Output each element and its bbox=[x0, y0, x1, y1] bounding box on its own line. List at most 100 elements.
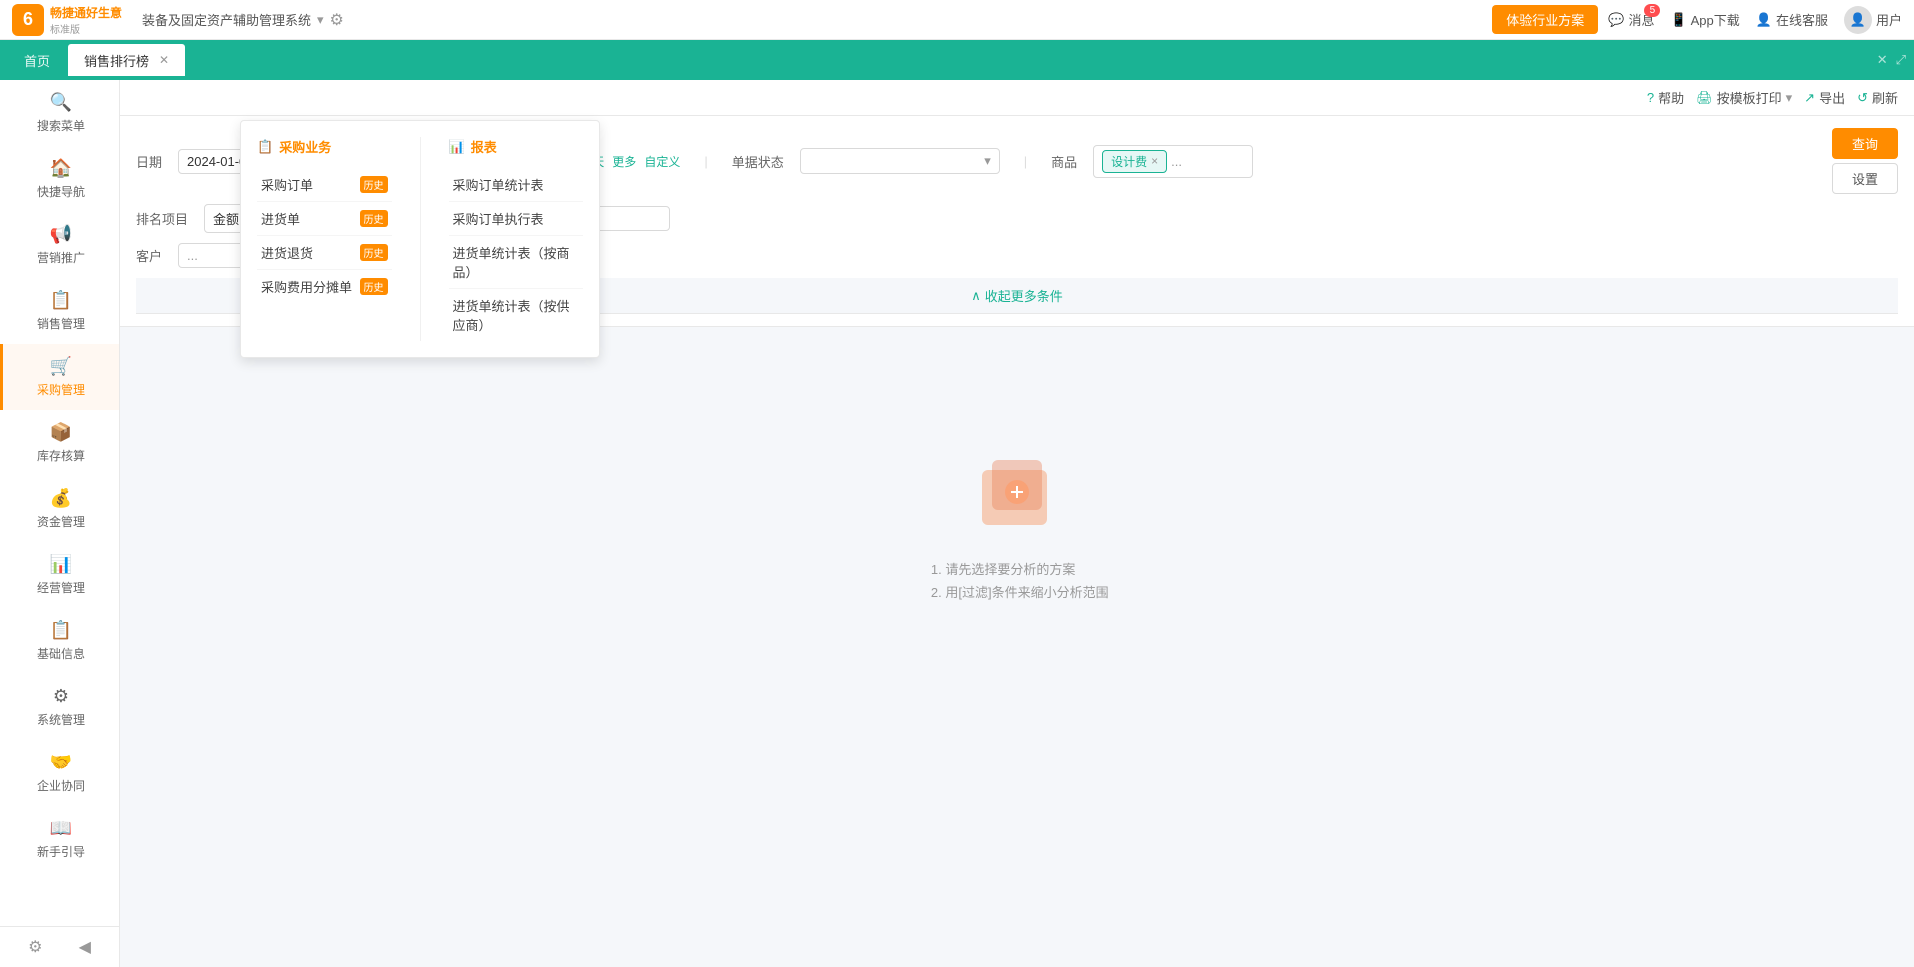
sidebar-item-inventory[interactable]: 📦 库存核算 bbox=[0, 410, 119, 476]
hint2: 用[过滤]条件来缩小分析范围 bbox=[945, 582, 1108, 601]
dropdown-item-incoming[interactable]: 进货单 历史 bbox=[257, 202, 392, 236]
print-icon: 🖨 bbox=[1696, 90, 1713, 106]
sidebar-item-basic-info-label: 基础信息 bbox=[37, 645, 85, 662]
purchase-dropdown: 📋 采购业务 采购订单 历史 进货单 历史 进货退货 历史 采购费用分摊单 bbox=[240, 120, 600, 358]
export-button[interactable]: ↗ 导出 bbox=[1804, 88, 1845, 107]
app-download-button[interactable]: 📱 App下载 bbox=[1670, 10, 1739, 29]
online-service-button[interactable]: 👤 在线客服 bbox=[1756, 10, 1828, 29]
goods-more-icon[interactable]: ... bbox=[1171, 154, 1182, 169]
app-download-label: App下载 bbox=[1691, 10, 1740, 29]
tab-sales-rank-label: 销售排行榜 bbox=[84, 51, 149, 70]
tab-sales-rank[interactable]: 销售排行榜 ✕ bbox=[68, 44, 185, 76]
tab-expand-icon[interactable]: ⤢ bbox=[1896, 52, 1906, 68]
top-bar-right: 💬 消息 5 📱 App下载 👤 在线客服 👤 用户 bbox=[1608, 6, 1902, 34]
return-label: 进货退货 bbox=[261, 243, 313, 262]
expense-label: 采购费用分摊单 bbox=[261, 277, 352, 296]
tab-home[interactable]: 首页 bbox=[8, 44, 66, 76]
sidebar-item-quick-nav[interactable]: 🏠 快捷导航 bbox=[0, 146, 119, 212]
rank-label: 排名项目 bbox=[136, 209, 188, 228]
report-col: 📊 报表 采购订单统计表 采购订单执行表 进货单统计表（按商品） 进货单统计表（… bbox=[449, 137, 584, 341]
sidebar-item-guide-label: 新手引导 bbox=[37, 843, 85, 860]
message-button[interactable]: 💬 消息 5 bbox=[1608, 10, 1654, 29]
goods-tag-remove[interactable]: × bbox=[1151, 154, 1158, 168]
sidebar-item-capital[interactable]: 💰 资金管理 bbox=[0, 476, 119, 542]
rank-value: 金额 bbox=[213, 209, 239, 228]
incoming-stat-goods-label: 进货单统计表（按商品） bbox=[453, 243, 580, 281]
purchase-business-col: 📋 采购业务 采购订单 历史 进货单 历史 进货退货 历史 采购费用分摊单 bbox=[257, 137, 392, 341]
sidebar-item-enterprise[interactable]: 🤝 企业协同 bbox=[0, 740, 119, 806]
sidebar-item-guide[interactable]: 📖 新手引导 bbox=[0, 806, 119, 872]
report-col-title-text: 报表 bbox=[471, 137, 497, 156]
tab-home-label: 首页 bbox=[24, 51, 50, 70]
guide-icon: 📖 bbox=[50, 818, 72, 839]
status-select[interactable]: ▾ bbox=[800, 148, 1000, 174]
goods-tag-label: 设计费 bbox=[1111, 153, 1147, 170]
query-button[interactable]: 查询 bbox=[1832, 128, 1898, 159]
sidebar-collapse-icon[interactable]: ◀ bbox=[79, 937, 91, 957]
sidebar: 🔍 搜索菜单 🏠 快捷导航 📢 营销推广 📋 销售管理 🛒 采购管理 📦 库存核… bbox=[0, 80, 120, 967]
print-dropdown-icon[interactable]: ▾ bbox=[1786, 90, 1793, 106]
industry-button[interactable]: 体验行业方案 bbox=[1492, 5, 1598, 34]
help-button[interactable]: ? 帮助 bbox=[1647, 88, 1684, 107]
dropdown-item-order-stat[interactable]: 采购订单统计表 bbox=[449, 168, 584, 202]
incoming-stat-supplier-label: 进货单统计表（按供应商） bbox=[453, 296, 580, 334]
tab-close-icon[interactable]: ✕ bbox=[159, 53, 169, 67]
dropdown-item-order-exec[interactable]: 采购订单执行表 bbox=[449, 202, 584, 236]
query-set-buttons: 查询 设置 bbox=[1832, 128, 1898, 194]
empty-svg bbox=[967, 450, 1067, 540]
system-dropdown-icon[interactable]: ▾ bbox=[317, 12, 324, 28]
purchase-order-history: 历史 bbox=[360, 176, 388, 193]
goods-input[interactable]: 设计费 × ... bbox=[1093, 145, 1253, 178]
dropdown-item-incoming-stat-supplier[interactable]: 进货单统计表（按供应商） bbox=[449, 289, 584, 341]
user-avatar: 👤 bbox=[1844, 6, 1872, 34]
logo-icon: 6 bbox=[12, 4, 44, 36]
separator1: | bbox=[704, 154, 707, 169]
sidebar-item-sales[interactable]: 📋 销售管理 bbox=[0, 278, 119, 344]
notification-badge: 5 bbox=[1644, 4, 1660, 17]
logo-text: 畅捷通好生意 bbox=[50, 4, 122, 21]
customer-more-icon[interactable]: ... bbox=[187, 248, 198, 263]
refresh-button[interactable]: ↺ 刷新 bbox=[1857, 88, 1898, 107]
search-icon: 🔍 bbox=[50, 92, 72, 113]
report-col-title: 📊 报表 bbox=[449, 137, 584, 156]
refresh-icon: ↺ bbox=[1857, 90, 1868, 106]
tab-bar-actions: ✕ ⤢ bbox=[1877, 52, 1906, 68]
date-more-button[interactable]: 更多 bbox=[612, 153, 636, 170]
dropdown-item-purchase-order[interactable]: 采购订单 历史 bbox=[257, 168, 392, 202]
print-button[interactable]: 🖨 按模板打印 ▾ bbox=[1696, 88, 1792, 107]
sidebar-item-system[interactable]: ⚙ 系统管理 bbox=[0, 674, 119, 740]
sidebar-item-purchase-label: 采购管理 bbox=[37, 381, 85, 398]
status-dropdown-icon: ▾ bbox=[984, 153, 991, 169]
sidebar-item-basic-info[interactable]: 📋 基础信息 bbox=[0, 608, 119, 674]
gear-icon[interactable]: ⚙ bbox=[330, 10, 344, 30]
dropdown-item-expense[interactable]: 采购费用分摊单 历史 bbox=[257, 270, 392, 303]
sidebar-settings-icon[interactable]: ⚙ bbox=[28, 937, 42, 957]
date-custom-button[interactable]: 自定义 bbox=[644, 153, 680, 170]
main-layout: 🔍 搜索菜单 🏠 快捷导航 📢 营销推广 📋 销售管理 🛒 采购管理 📦 库存核… bbox=[0, 80, 1914, 967]
purchase-order-label: 采购订单 bbox=[261, 175, 313, 194]
sidebar-item-marketing[interactable]: 📢 营销推广 bbox=[0, 212, 119, 278]
sidebar-item-sales-label: 销售管理 bbox=[37, 315, 85, 332]
sidebar-item-search[interactable]: 🔍 搜索菜单 bbox=[0, 80, 119, 146]
sidebar-item-operation[interactable]: 📊 经营管理 bbox=[0, 542, 119, 608]
tab-close-all-icon[interactable]: ✕ bbox=[1877, 52, 1888, 68]
dropdown-item-incoming-stat-goods[interactable]: 进货单统计表（按商品） bbox=[449, 236, 584, 289]
user-menu[interactable]: 👤 用户 bbox=[1844, 6, 1902, 34]
set-button[interactable]: 设置 bbox=[1832, 163, 1898, 194]
inventory-icon: 📦 bbox=[50, 422, 72, 443]
sidebar-item-purchase[interactable]: 🛒 采购管理 bbox=[0, 344, 119, 410]
empty-state: 请先选择要分析的方案 用[过滤]条件来缩小分析范围 bbox=[120, 327, 1914, 727]
sidebar-item-enterprise-label: 企业协同 bbox=[37, 777, 85, 794]
order-stat-label: 采购订单统计表 bbox=[453, 175, 544, 194]
refresh-label: 刷新 bbox=[1872, 88, 1898, 107]
capital-icon: 💰 bbox=[50, 488, 72, 509]
online-service-label: 在线客服 bbox=[1776, 10, 1828, 29]
date-label: 日期 bbox=[136, 152, 162, 171]
dropdown-item-return[interactable]: 进货退货 历史 bbox=[257, 236, 392, 270]
top-bar: 6 畅捷通好生意 标准版 装备及固定资产辅助管理系统 ▾ ⚙ 体验行业方案 💬 … bbox=[0, 0, 1914, 40]
marketing-icon: 📢 bbox=[50, 224, 72, 245]
purchase-col-title-text: 采购业务 bbox=[279, 137, 331, 156]
goods-label: 商品 bbox=[1051, 152, 1077, 171]
sidebar-item-search-label: 搜索菜单 bbox=[37, 117, 85, 134]
empty-illustration bbox=[967, 450, 1067, 543]
